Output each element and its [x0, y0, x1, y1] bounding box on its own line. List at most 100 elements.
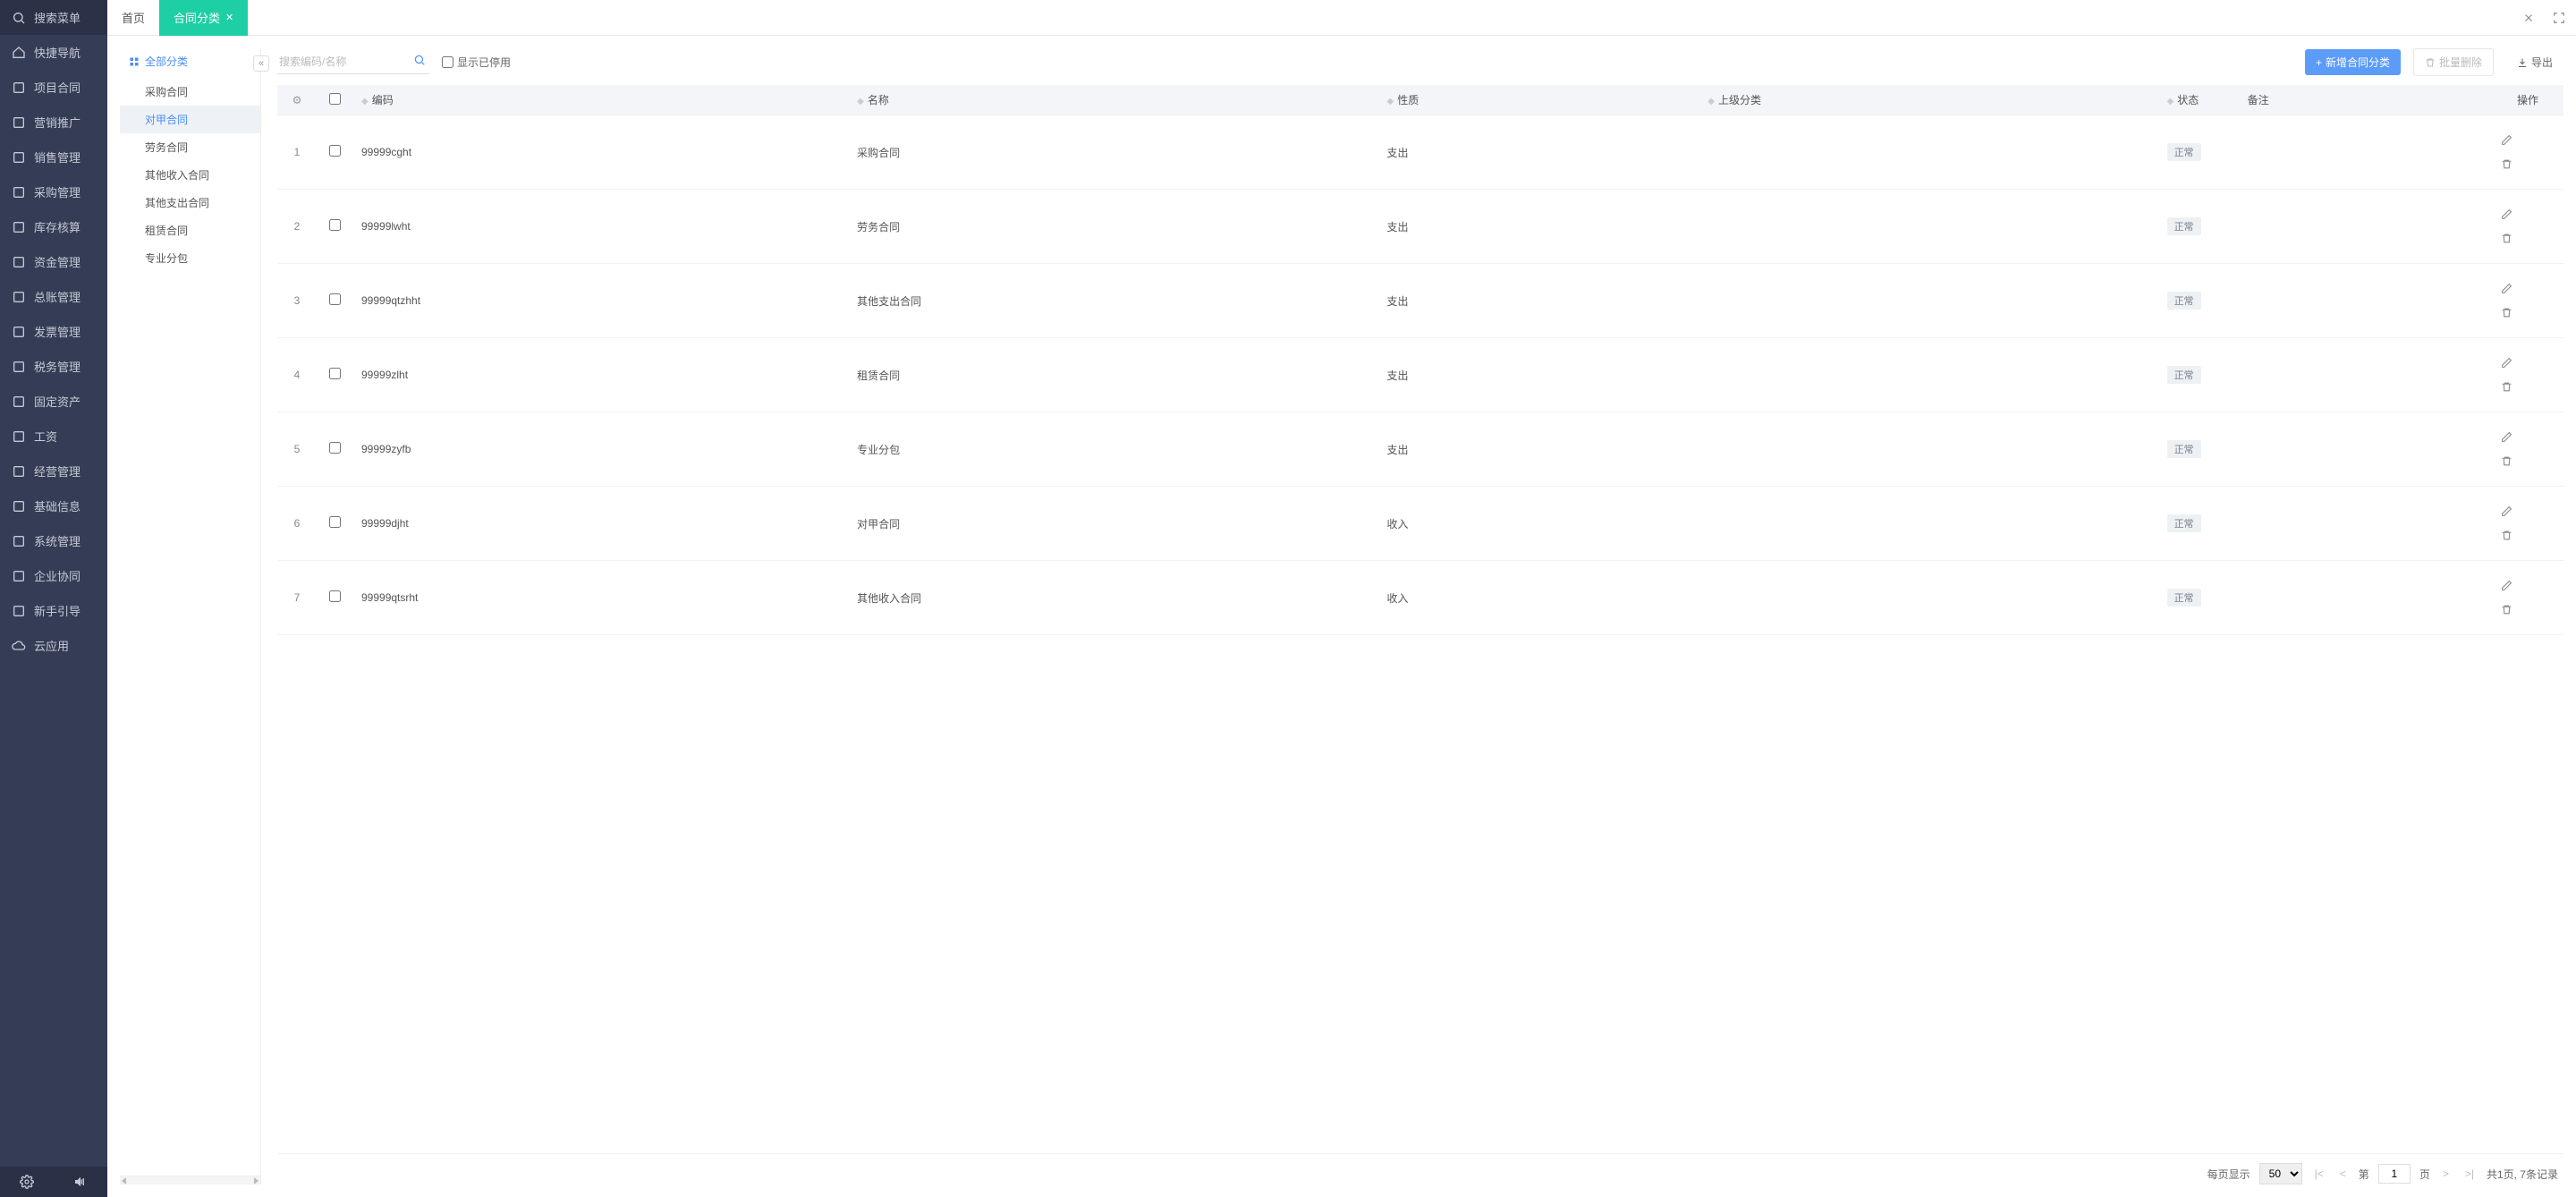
sidebar-item-14[interactable]: 基础信息 — [0, 488, 107, 523]
status-badge: 正常 — [2167, 143, 2201, 161]
sound-button[interactable] — [54, 1167, 107, 1197]
fullscreen-button[interactable] — [2546, 4, 2572, 31]
tab-label: 合同分类 — [174, 9, 220, 26]
th-parent[interactable]: 上级分类 — [1718, 94, 1761, 106]
tab-close-icon[interactable]: ✕ — [225, 12, 233, 23]
edit-icon — [2501, 505, 2512, 517]
export-button[interactable]: 导出 — [2506, 49, 2563, 75]
gift-icon — [11, 115, 27, 131]
delete-button[interactable] — [2501, 530, 2555, 541]
sidebar-item-15[interactable]: 系统管理 — [0, 523, 107, 558]
edit-button[interactable] — [2501, 208, 2555, 220]
sidebar-item-16[interactable]: 企业协同 — [0, 558, 107, 593]
tree-item[interactable]: 其他支出合同 — [120, 189, 260, 216]
sidebar-item-0[interactable]: 搜索菜单 — [0, 0, 107, 35]
sidebar-item-4[interactable]: 销售管理 — [0, 140, 107, 174]
tree-item[interactable]: 其他收入合同 — [120, 161, 260, 189]
search-icon[interactable] — [413, 54, 426, 66]
tree-collapse-button[interactable]: « — [253, 55, 269, 72]
sidebar-item-17[interactable]: 新手引导 — [0, 593, 107, 628]
tree-header[interactable]: 全部分类 — [120, 48, 260, 78]
sort-icon[interactable]: ◆ — [1707, 97, 1715, 106]
trash-icon — [2501, 307, 2512, 318]
tree-item[interactable]: 劳务合同 — [120, 133, 260, 161]
search-input[interactable] — [277, 50, 429, 74]
next-page-button[interactable]: > — [2439, 1167, 2453, 1180]
page-suffix: 页 — [2419, 1167, 2430, 1182]
sidebar-item-11[interactable]: 固定资产 — [0, 384, 107, 419]
sys-icon — [11, 533, 27, 549]
page-input[interactable] — [2378, 1164, 2411, 1184]
pagination: 每页显示 50 |< < 第 页 > >| 共1页, 7条记录 — [277, 1153, 2563, 1184]
sidebar-item-label: 资金管理 — [34, 253, 80, 270]
edit-button[interactable] — [2501, 431, 2555, 443]
show-disabled-label: 显示已停用 — [457, 55, 511, 70]
sidebar-item-9[interactable]: 发票管理 — [0, 314, 107, 349]
edit-button[interactable] — [2501, 357, 2555, 369]
sidebar-item-12[interactable]: 工资 — [0, 419, 107, 454]
tab-home[interactable]: 首页 — [107, 0, 159, 36]
edit-button[interactable] — [2501, 134, 2555, 146]
delete-button[interactable] — [2501, 158, 2555, 170]
sidebar-item-1[interactable]: 快捷导航 — [0, 35, 107, 70]
first-page-button[interactable]: |< — [2311, 1167, 2327, 1180]
row-checkbox[interactable] — [329, 442, 341, 454]
row-checkbox[interactable] — [329, 368, 341, 379]
sidebar-item-6[interactable]: 库存核算 — [0, 209, 107, 244]
th-nature[interactable]: 性质 — [1397, 94, 1419, 106]
sort-icon[interactable]: ◆ — [361, 97, 369, 106]
delete-button[interactable] — [2501, 455, 2555, 467]
th-name[interactable]: 名称 — [868, 94, 889, 106]
sidebar-item-18[interactable]: 云应用 — [0, 628, 107, 663]
row-checkbox[interactable] — [329, 516, 341, 528]
show-disabled-checkbox-wrap[interactable]: 显示已停用 — [442, 55, 511, 70]
sidebar-footer — [0, 1167, 107, 1197]
sort-icon[interactable]: ◆ — [2167, 97, 2174, 106]
tree-item[interactable]: 租赁合同 — [120, 216, 260, 244]
last-page-button[interactable]: >| — [2462, 1167, 2478, 1180]
sort-icon[interactable]: ◆ — [1387, 97, 1394, 106]
close-all-tabs-button[interactable] — [2515, 4, 2542, 31]
show-disabled-checkbox[interactable] — [442, 56, 453, 68]
per-page-select[interactable]: 50 — [2259, 1163, 2302, 1184]
edit-button[interactable] — [2501, 505, 2555, 517]
th-code[interactable]: 编码 — [372, 94, 394, 106]
sidebar-item-10[interactable]: 税务管理 — [0, 349, 107, 384]
sidebar-item-3[interactable]: 营销推广 — [0, 105, 107, 140]
prev-page-button[interactable]: < — [2336, 1167, 2350, 1180]
sidebar-item-label: 营销推广 — [34, 114, 80, 131]
edit-button[interactable] — [2501, 283, 2555, 294]
add-category-button[interactable]: + 新增合同分类 — [2305, 49, 2401, 75]
sidebar-item-5[interactable]: 采购管理 — [0, 174, 107, 209]
th-remark[interactable]: 备注 — [2248, 94, 2269, 106]
cell-name: 劳务合同 — [848, 190, 1377, 264]
sidebar-item-label: 工资 — [34, 428, 57, 445]
tree-item[interactable]: 采购合同 — [120, 78, 260, 106]
edit-icon — [2501, 431, 2512, 443]
edit-icon — [2501, 357, 2512, 369]
settings-button[interactable] — [0, 1167, 54, 1197]
sidebar-item-2[interactable]: 项目合同 — [0, 70, 107, 105]
sidebar-item-8[interactable]: 总账管理 — [0, 279, 107, 314]
delete-button[interactable] — [2501, 307, 2555, 318]
table-settings-icon[interactable]: ⚙ — [292, 94, 302, 106]
tab-contract-category[interactable]: 合同分类 ✕ — [159, 0, 248, 36]
tree-item[interactable]: 对甲合同 — [120, 106, 260, 133]
table-row: 799999qtsrht其他收入合同收入正常 — [277, 561, 2563, 635]
delete-button[interactable] — [2501, 233, 2555, 244]
delete-button[interactable] — [2501, 604, 2555, 615]
row-checkbox[interactable] — [329, 219, 341, 231]
row-checkbox[interactable] — [329, 293, 341, 305]
sidebar-item-7[interactable]: 资金管理 — [0, 244, 107, 279]
row-checkbox[interactable] — [329, 145, 341, 157]
delete-button[interactable] — [2501, 381, 2555, 393]
edit-button[interactable] — [2501, 580, 2555, 591]
select-all-checkbox[interactable] — [329, 93, 341, 105]
tree-horizontal-scrollbar[interactable] — [120, 1176, 260, 1184]
tree-item[interactable]: 专业分包 — [120, 244, 260, 272]
sort-icon[interactable]: ◆ — [857, 97, 864, 106]
status-badge: 正常 — [2167, 589, 2201, 607]
sidebar-item-13[interactable]: 经营管理 — [0, 454, 107, 488]
row-checkbox[interactable] — [329, 590, 341, 602]
th-status[interactable]: 状态 — [2177, 94, 2199, 106]
